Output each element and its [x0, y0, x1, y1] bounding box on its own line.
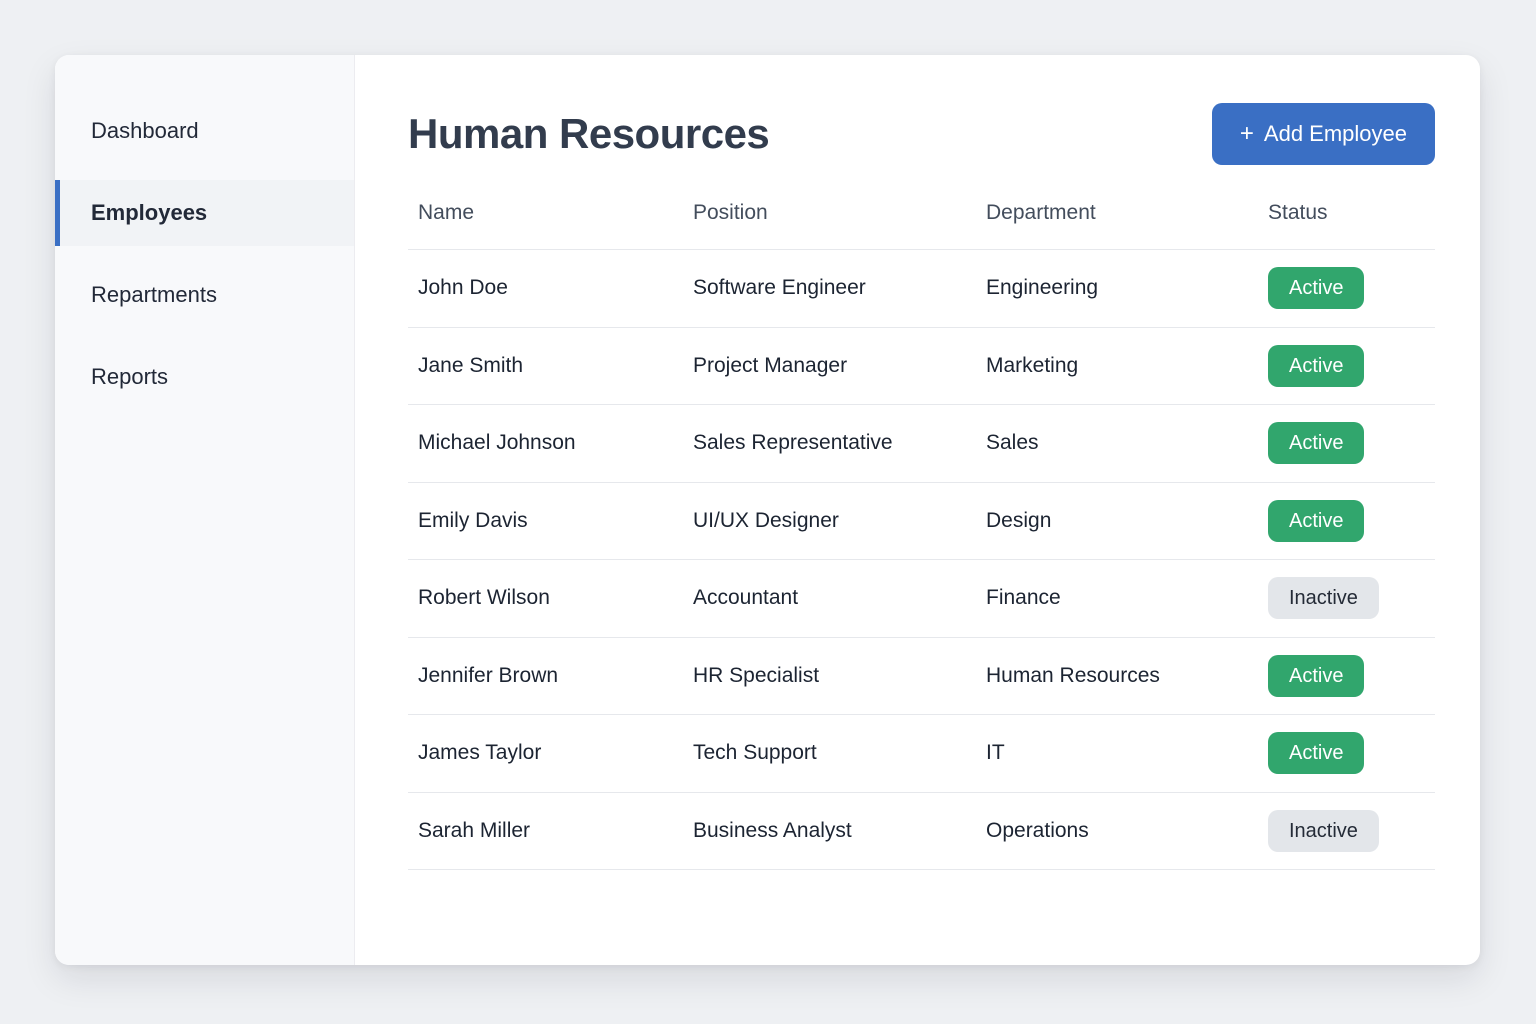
column-header-department: Department	[986, 201, 1096, 224]
cell-status: Active	[1258, 732, 1435, 775]
cell-name: Michael Johnson	[418, 431, 576, 455]
page-header: Human Resources + Add Employee	[408, 103, 1435, 165]
table-row: Jennifer Brown HR Specialist Human Resou…	[408, 638, 1435, 715]
cell-department: Engineering	[986, 276, 1099, 300]
cell-name: James Taylor	[418, 741, 542, 765]
sidebar-item-label: Repartments	[91, 282, 217, 307]
cell-name: Sarah Miller	[418, 818, 531, 842]
sidebar: Dashboard Employees Repartments Reports	[55, 55, 355, 965]
add-employee-button[interactable]: + Add Employee	[1211, 103, 1435, 165]
cell-position: Sales Representative	[693, 431, 893, 455]
sidebar-item-label: Reports	[91, 364, 169, 389]
cell-status: Active	[1258, 654, 1435, 697]
table-row: Jane Smith Project Manager Marketing Act…	[408, 328, 1435, 405]
table-row: Robert Wilson Accountant Finance Inactiv…	[408, 560, 1435, 638]
cell-position: Project Manager	[693, 353, 848, 377]
main-content: Human Resources + Add Employee Name Posi…	[355, 55, 1480, 965]
table-row: John Doe Software Engineer Engineering A…	[408, 250, 1435, 328]
cell-position: Tech Support	[693, 741, 817, 765]
cell-status: Active	[1258, 344, 1435, 387]
cell-position: Business Analyst	[693, 818, 852, 842]
status-badge: Active	[1268, 654, 1365, 697]
table-row: Emily Davis UI/UX Designer Design Active	[408, 483, 1435, 560]
plus-icon: +	[1239, 120, 1254, 147]
table-row: James Taylor Tech Support IT Active	[408, 715, 1435, 793]
cell-department: Human Resources	[986, 663, 1160, 687]
cell-name: Emily Davis	[418, 508, 528, 532]
status-badge: Inactive	[1268, 577, 1379, 620]
cell-department: Design	[986, 508, 1052, 532]
cell-name: John Doe	[418, 276, 508, 300]
sidebar-item-repartments[interactable]: Repartments	[55, 262, 354, 328]
sidebar-item-label: Dashboard	[91, 118, 199, 143]
table-row: Michael Johnson Sales Representative Sal…	[408, 405, 1435, 483]
cell-status: Inactive	[1258, 809, 1435, 852]
cell-department: Operations	[986, 818, 1089, 842]
cell-status: Active	[1258, 422, 1435, 465]
sidebar-item-dashboard[interactable]: Dashboard	[55, 98, 354, 164]
sidebar-item-employees[interactable]: Employees	[55, 180, 354, 246]
cell-position: Accountant	[693, 586, 799, 610]
status-badge: Active	[1268, 422, 1365, 465]
status-badge: Inactive	[1268, 809, 1379, 852]
cell-name: Jennifer Brown	[418, 663, 559, 687]
add-employee-button-label: Add Employee	[1263, 121, 1407, 146]
status-badge: Active	[1268, 344, 1365, 387]
cell-position: HR Specialist	[693, 663, 820, 687]
column-header-position: Position	[693, 201, 768, 224]
cell-department: Sales	[986, 431, 1039, 455]
table-row: Sarah Miller Business Analyst Operations…	[408, 793, 1435, 870]
app-window: Dashboard Employees Repartments Reports …	[55, 55, 1480, 965]
page-title: Human Resources	[408, 110, 770, 157]
table-header: Name Position Department Status	[408, 185, 1435, 250]
column-header-status: Status	[1268, 201, 1328, 224]
cell-status: Inactive	[1258, 577, 1435, 620]
cell-status: Active	[1258, 267, 1435, 310]
status-badge: Active	[1268, 732, 1365, 775]
cell-position: UI/UX Designer	[693, 508, 839, 532]
cell-name: Robert Wilson	[418, 586, 550, 610]
status-badge: Active	[1268, 499, 1365, 542]
sidebar-item-label: Employees	[91, 200, 208, 225]
column-header-name: Name	[418, 201, 475, 224]
cell-department: Finance	[986, 586, 1061, 610]
cell-department: IT	[986, 741, 1005, 765]
cell-position: Software Engineer	[693, 276, 866, 300]
status-badge: Active	[1268, 267, 1365, 310]
cell-department: Marketing	[986, 353, 1079, 377]
cell-name: Jane Smith	[418, 353, 524, 377]
cell-status: Active	[1258, 499, 1435, 542]
sidebar-item-reports[interactable]: Reports	[55, 344, 354, 410]
